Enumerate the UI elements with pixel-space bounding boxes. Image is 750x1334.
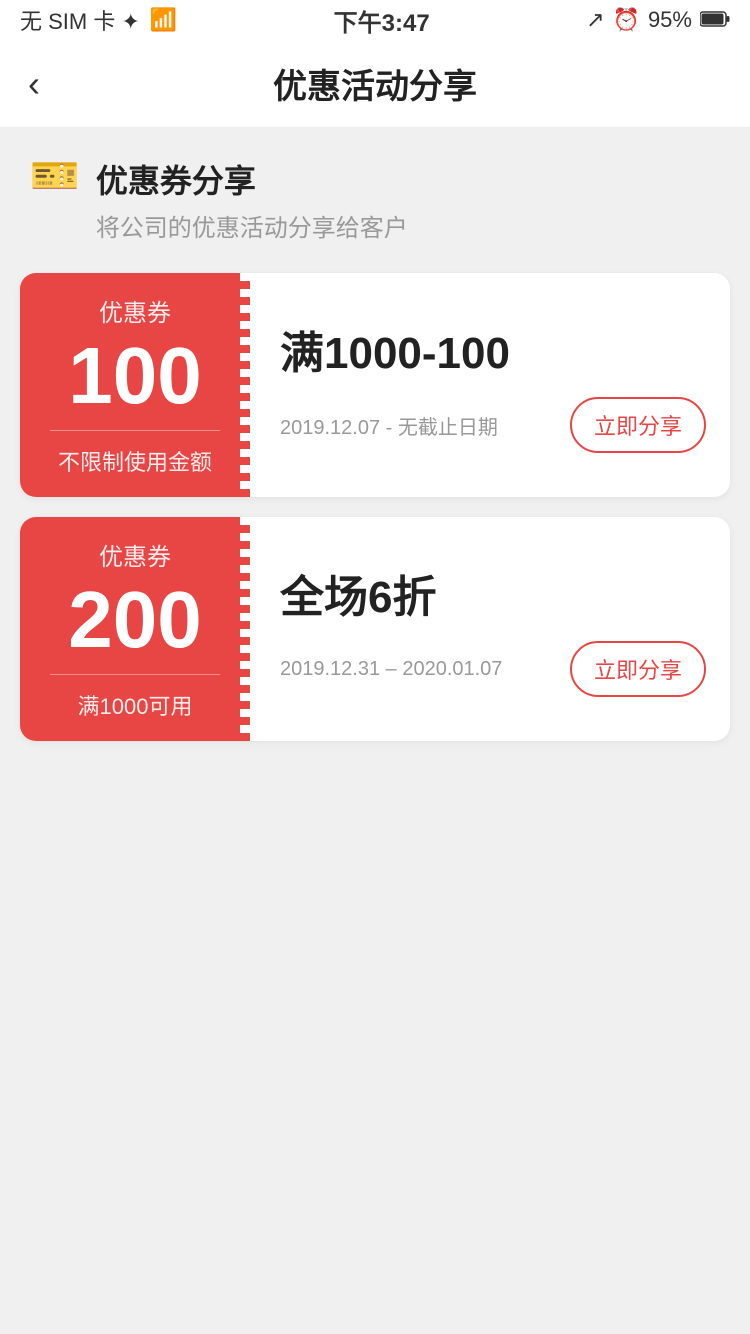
coupon-meta-2: 2019.12.31 – 2020.01.07 立即分享 bbox=[280, 641, 706, 697]
status-bar: 无 SIM 卡 ✦ 📶 下午3:47 ↗ ⏰ 95% bbox=[0, 0, 750, 40]
empty-area bbox=[0, 751, 750, 1251]
sim-icon: 无 SIM 卡 ✦ bbox=[20, 4, 140, 36]
coupon-list: 优惠券 100 不限制使用金额 满1000-100 2019.12.07 - 无… bbox=[0, 263, 750, 751]
coupon-condition-2: 满1000可用 bbox=[78, 689, 193, 721]
coupon-icon: 🎫 bbox=[30, 156, 80, 196]
coupon-label-2: 优惠券 bbox=[99, 537, 171, 572]
share-button-2[interactable]: 立即分享 bbox=[570, 641, 706, 697]
page-title: 优惠活动分享 bbox=[273, 59, 477, 108]
share-button-1[interactable]: 立即分享 bbox=[570, 397, 706, 453]
coupon-amount-2: 200 bbox=[68, 580, 201, 660]
coupon-divider-2 bbox=[50, 674, 220, 675]
coupon-label-1: 优惠券 bbox=[99, 293, 171, 328]
coupon-left-1: 优惠券 100 不限制使用金额 bbox=[20, 273, 250, 497]
coupon-name-2: 全场6折 bbox=[280, 561, 706, 625]
status-time: 下午3:47 bbox=[334, 3, 430, 38]
coupon-divider-1 bbox=[50, 430, 220, 431]
section-header: 🎫 优惠券分享 将公司的优惠活动分享给客户 bbox=[0, 128, 750, 263]
battery-icon bbox=[700, 7, 730, 33]
section-title: 优惠券分享 bbox=[96, 156, 408, 202]
coupon-date-1: 2019.12.07 - 无截止日期 bbox=[280, 411, 558, 440]
coupon-meta-1: 2019.12.07 - 无截止日期 立即分享 bbox=[280, 397, 706, 453]
coupon-right-2: 全场6折 2019.12.31 – 2020.01.07 立即分享 bbox=[250, 517, 730, 741]
battery-percentage: 95% bbox=[648, 7, 692, 33]
coupon-date-2: 2019.12.31 – 2020.01.07 bbox=[280, 658, 558, 681]
coupon-right-1: 满1000-100 2019.12.07 - 无截止日期 立即分享 bbox=[250, 273, 730, 497]
coupon-card-1: 优惠券 100 不限制使用金额 满1000-100 2019.12.07 - 无… bbox=[20, 273, 730, 497]
location-icon: ↗ bbox=[586, 7, 604, 33]
status-left: 无 SIM 卡 ✦ 📶 bbox=[20, 4, 177, 36]
wifi-icon: 📶 bbox=[150, 7, 177, 33]
status-right: ↗ ⏰ 95% bbox=[586, 7, 730, 33]
coupon-condition-1: 不限制使用金额 bbox=[58, 445, 212, 477]
coupon-left-2: 优惠券 200 满1000可用 bbox=[20, 517, 250, 741]
alarm-icon: ⏰ bbox=[613, 7, 640, 33]
coupon-amount-1: 100 bbox=[68, 336, 201, 416]
back-button[interactable]: ‹ bbox=[28, 66, 40, 102]
coupon-card-2: 优惠券 200 满1000可用 全场6折 2019.12.31 – 2020.0… bbox=[20, 517, 730, 741]
section-subtitle: 将公司的优惠活动分享给客户 bbox=[96, 208, 408, 243]
nav-bar: ‹ 优惠活动分享 bbox=[0, 40, 750, 128]
coupon-name-1: 满1000-100 bbox=[280, 317, 706, 381]
section-text: 优惠券分享 将公司的优惠活动分享给客户 bbox=[96, 156, 408, 243]
